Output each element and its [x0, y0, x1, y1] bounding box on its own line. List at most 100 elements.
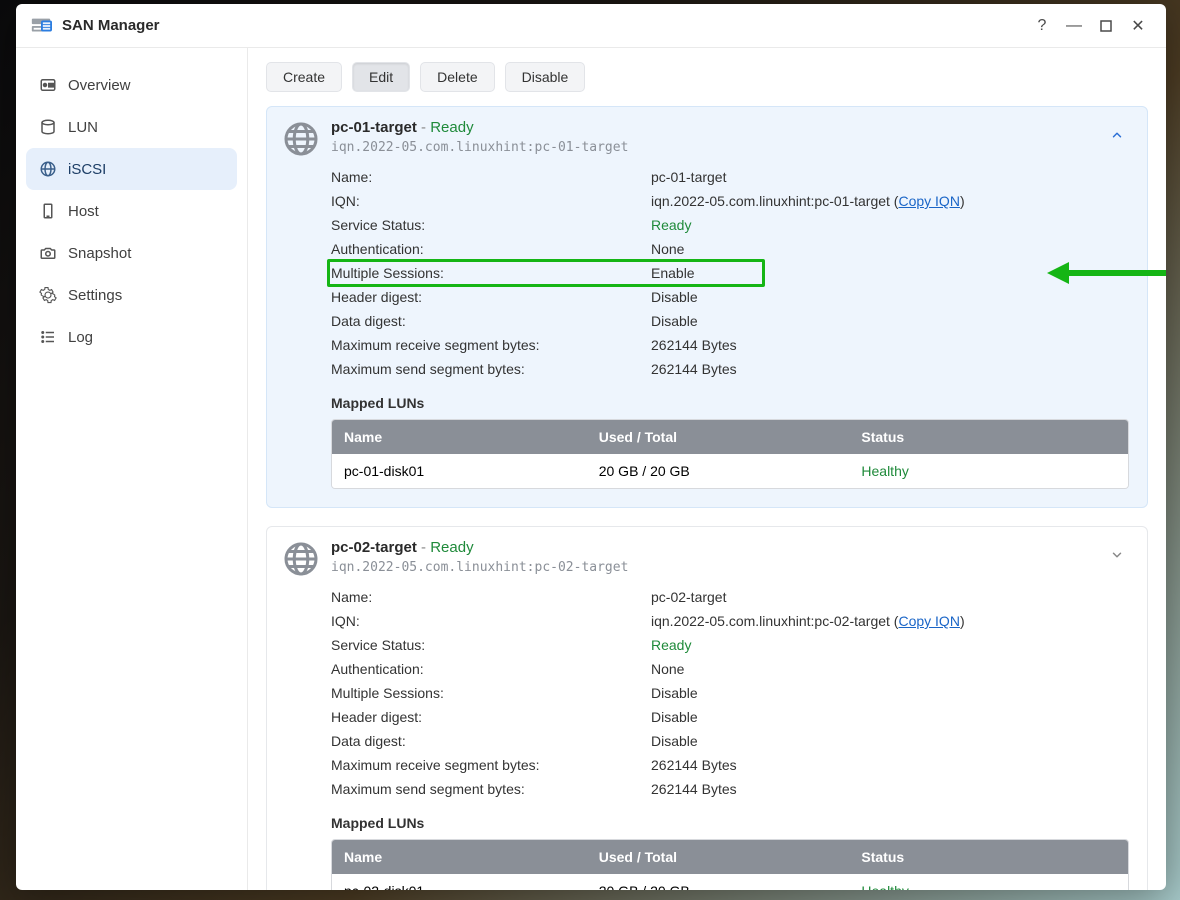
field-value: 262144 Bytes [651, 781, 1129, 797]
field-value: Ready [651, 217, 1129, 233]
create-button[interactable]: Create [266, 62, 342, 92]
field-row: Service Status:Ready [331, 213, 1129, 237]
field-row: Maximum receive segment bytes:262144 Byt… [331, 333, 1129, 357]
close-button[interactable]: ✕ [1122, 10, 1154, 42]
mapped-luns-table: NameUsed / TotalStatuspc-02-disk0120 GB … [331, 839, 1129, 890]
target-header[interactable]: pc-02-target - Readyiqn.2022-05.com.linu… [267, 527, 1147, 581]
gear-icon [38, 285, 58, 305]
field-label: Multiple Sessions: [331, 685, 651, 701]
sidebar-item-label: Log [68, 329, 93, 346]
sidebar-item-label: iSCSI [68, 161, 106, 178]
sidebar-item-label: Snapshot [68, 245, 131, 262]
field-row: Maximum receive segment bytes:262144 Byt… [331, 753, 1129, 777]
target-body: Name:pc-02-targetIQN:iqn.2022-05.com.lin… [267, 581, 1147, 890]
maximize-button[interactable] [1090, 10, 1122, 42]
field-row: IQN:iqn.2022-05.com.linuxhint:pc-01-targ… [331, 189, 1129, 213]
gauge-icon [38, 75, 58, 95]
sidebar-item-snapshot[interactable]: Snapshot [26, 232, 237, 274]
sidebar-item-overview[interactable]: Overview [26, 64, 237, 106]
main-content: Create Edit Delete Disable pc-01-target … [248, 48, 1166, 890]
field-value: 262144 Bytes [651, 361, 1129, 377]
edit-button[interactable]: Edit [352, 62, 410, 92]
field-value: Disable [651, 709, 1129, 725]
globe-icon [283, 121, 319, 157]
disk-icon [38, 117, 58, 137]
camera-icon [38, 243, 58, 263]
sidebar-item-lun[interactable]: LUN [26, 106, 237, 148]
help-button[interactable]: ? [1026, 10, 1058, 42]
field-row: Name:pc-02-target [331, 585, 1129, 609]
globe-icon [283, 541, 319, 577]
col-status: Status [849, 840, 1128, 874]
sidebar-item-label: Overview [68, 77, 131, 94]
sidebar-item-label: Settings [68, 287, 122, 304]
field-row: Name:pc-01-target [331, 165, 1129, 189]
field-value: Enable [651, 265, 1129, 281]
field-value: Disable [651, 313, 1129, 329]
field-label: Authentication: [331, 241, 651, 257]
target-title: pc-02-target - Ready [331, 539, 1103, 556]
field-value: Disable [651, 289, 1129, 305]
field-row: IQN:iqn.2022-05.com.linuxhint:pc-02-targ… [331, 609, 1129, 633]
field-row: Header digest:Disable [331, 285, 1129, 309]
copy-iqn-link[interactable]: Copy IQN [898, 193, 959, 209]
target-name: pc-01-target [331, 119, 417, 136]
field-value: 262144 Bytes [651, 337, 1129, 353]
field-value: Disable [651, 685, 1129, 701]
field-value: pc-01-target [651, 169, 1129, 185]
sidebar-item-log[interactable]: Log [26, 316, 237, 358]
globe-icon [38, 159, 58, 179]
field-label: Authentication: [331, 661, 651, 677]
target-body: Name:pc-01-targetIQN:iqn.2022-05.com.lin… [267, 161, 1147, 507]
field-label: Service Status: [331, 217, 651, 233]
host-icon [38, 201, 58, 221]
table-row[interactable]: pc-02-disk0120 GB / 20 GBHealthy [332, 874, 1128, 890]
field-row: Data digest:Disable [331, 309, 1129, 333]
field-value: iqn.2022-05.com.linuxhint:pc-02-target (… [651, 613, 1129, 629]
app-icon [30, 15, 52, 37]
field-row: Authentication:None [331, 237, 1129, 261]
target-name: pc-02-target [331, 539, 417, 556]
mapped-luns-heading: Mapped LUNs [331, 395, 1129, 411]
lun-used: 20 GB / 20 GB [587, 454, 850, 488]
disable-button[interactable]: Disable [505, 62, 586, 92]
field-row: Data digest:Disable [331, 729, 1129, 753]
field-label: Maximum receive segment bytes: [331, 337, 651, 353]
field-row: Multiple Sessions:Enable [331, 261, 1129, 285]
sidebar-item-host[interactable]: Host [26, 190, 237, 232]
lun-status: Healthy [849, 454, 1128, 488]
target-card: pc-01-target - Readyiqn.2022-05.com.linu… [266, 106, 1148, 508]
sidebar: Overview LUN iSCSI [16, 48, 248, 890]
sidebar-item-label: Host [68, 203, 99, 220]
chevron-down-icon[interactable] [1103, 541, 1131, 569]
field-row: Multiple Sessions:Disable [331, 681, 1129, 705]
target-header[interactable]: pc-01-target - Readyiqn.2022-05.com.linu… [267, 107, 1147, 161]
field-label: Maximum receive segment bytes: [331, 757, 651, 773]
field-label: IQN: [331, 193, 651, 209]
field-label: Multiple Sessions: [331, 265, 651, 281]
field-label: IQN: [331, 613, 651, 629]
col-name: Name [332, 420, 587, 454]
field-label: Name: [331, 169, 651, 185]
table-row[interactable]: pc-01-disk0120 GB / 20 GBHealthy [332, 454, 1128, 488]
target-status: Ready [430, 119, 473, 136]
field-label: Service Status: [331, 637, 651, 653]
field-row: Header digest:Disable [331, 705, 1129, 729]
mapped-luns-heading: Mapped LUNs [331, 815, 1129, 831]
field-label: Maximum send segment bytes: [331, 361, 651, 377]
sidebar-item-iscsi[interactable]: iSCSI [26, 148, 237, 190]
copy-iqn-link[interactable]: Copy IQN [898, 613, 959, 629]
table-header: NameUsed / TotalStatus [332, 840, 1128, 874]
sidebar-item-settings[interactable]: Settings [26, 274, 237, 316]
col-used: Used / Total [587, 840, 850, 874]
field-row: Maximum send segment bytes:262144 Bytes [331, 777, 1129, 801]
field-label: Header digest: [331, 289, 651, 305]
lun-name: pc-02-disk01 [332, 874, 587, 890]
lun-name: pc-01-disk01 [332, 454, 587, 488]
field-row: Authentication:None [331, 657, 1129, 681]
delete-button[interactable]: Delete [420, 62, 494, 92]
target-status: Ready [430, 539, 473, 556]
toolbar: Create Edit Delete Disable [266, 62, 1148, 92]
chevron-up-icon[interactable] [1103, 121, 1131, 149]
minimize-button[interactable]: — [1058, 10, 1090, 42]
